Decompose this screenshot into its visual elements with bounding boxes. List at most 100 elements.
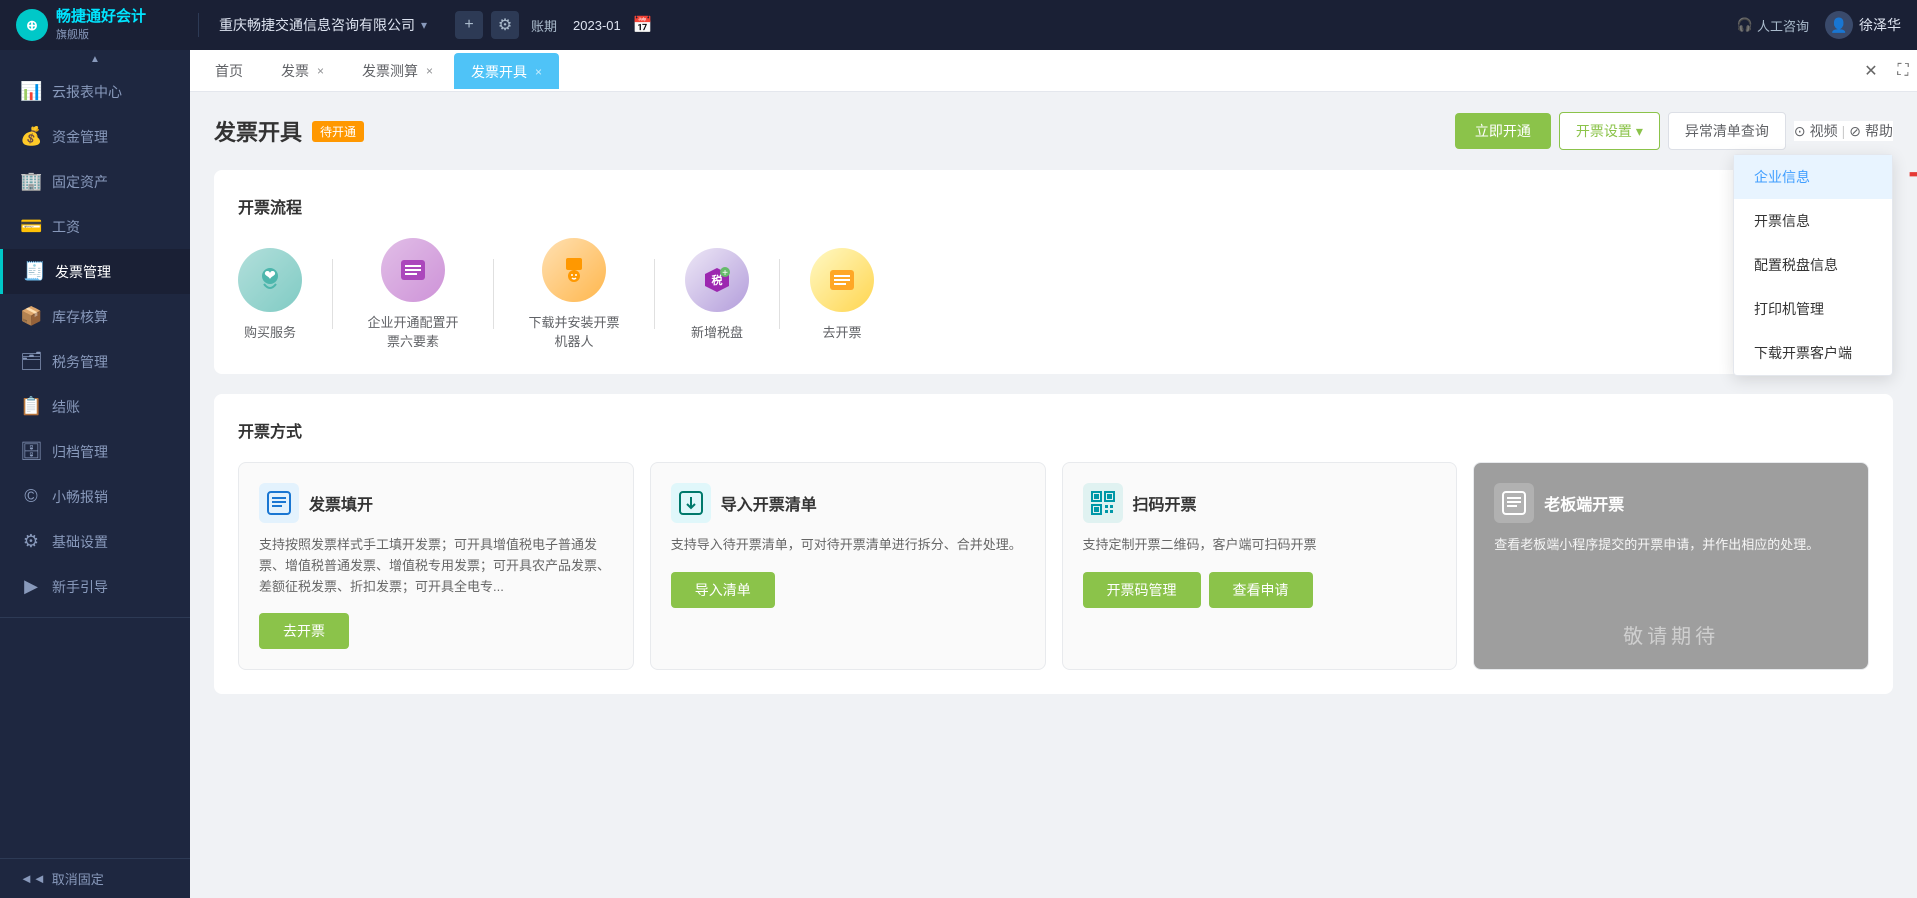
invoice-icon: 🧾 (23, 261, 45, 282)
activate-button[interactable]: 立即开通 (1455, 113, 1551, 149)
scroll-up-button[interactable]: ▲ (90, 54, 100, 65)
sidebar-label-gongzi: 工资 (52, 217, 80, 237)
period-value: 2023-01 (573, 18, 621, 33)
money-icon: 💰 (20, 126, 42, 147)
flow-step-3: 下载并安装开票机器人 (524, 238, 624, 350)
tab-fapiao-cesuan[interactable]: 发票测算 × (345, 53, 450, 89)
step-4-label: 新增税盘 (691, 322, 743, 341)
chevron-down-settings-icon: ▾ (1636, 123, 1643, 140)
step-divider-3 (654, 259, 655, 329)
step-3-icon (542, 238, 606, 302)
sidebar-item-xiaochang[interactable]: © 小畅报销 (0, 474, 190, 519)
tab-fapiao-close[interactable]: × (317, 64, 324, 78)
add-button[interactable]: + (455, 11, 483, 39)
flow-title: 开票流程 (238, 194, 1869, 218)
video-label[interactable]: 视频 (1810, 121, 1838, 141)
page-header: 发票开具 待开通 立即开通 开票设置 ▾ 异常清单查询 ⊙ 视频 (214, 112, 1893, 150)
step-divider-2 (493, 259, 494, 329)
tab-fapiao-label: 发票 (281, 61, 309, 81)
scan-code-manage-button[interactable]: 开票码管理 (1083, 572, 1201, 608)
dropdown-label-tax-disk: 配置税盘信息 (1754, 257, 1838, 273)
dropdown-label-download-client: 下载开票客户端 (1754, 345, 1852, 361)
dropdown-item-tax-disk[interactable]: 配置税盘信息 (1734, 243, 1892, 287)
method-card-import: 导入开票清单 支持导入待开票清单，可对待开票清单进行拆分、合并处理。 导入清单 (650, 462, 1046, 670)
scan-view-apply-button[interactable]: 查看申请 (1209, 572, 1313, 608)
sidebar-label-jichushezhi: 基础设置 (52, 532, 108, 552)
sidebar-item-guidang[interactable]: 🗄 归档管理 (0, 429, 190, 474)
support-label: 人工咨询 (1757, 16, 1809, 35)
sidebar-item-fapiao[interactable]: 🧾 发票管理 (0, 249, 190, 294)
svg-text:+: + (722, 268, 728, 279)
dropdown-label-printer: 打印机管理 (1754, 301, 1824, 317)
maximize-window-button[interactable]: ⛶ (1889, 57, 1917, 85)
window-controls: ✕ ⛶ (1857, 57, 1917, 85)
tab-fapiao[interactable]: 发票 × (264, 53, 341, 89)
tab-fapiao-cesuan-close[interactable]: × (426, 64, 433, 78)
sidebar: ▲ 📊 云报表中心 💰 资金管理 🏢 固定资产 💳 工资 🧾 发票管理 (0, 50, 190, 898)
method-title-import: 导入开票清单 (721, 491, 817, 515)
methods-section: 开票方式 发票填开 支持按照发票样式手工填开发票；可开具增值税电子普通发票、增值… (214, 394, 1893, 694)
sidebar-label-jiezhang: 结账 (52, 397, 80, 417)
page-title-area: 发票开具 待开通 (214, 115, 364, 147)
top-right: 🎧 人工咨询 👤 徐泽华 (1737, 11, 1901, 39)
headset-icon: 🎧 (1737, 17, 1753, 33)
sidebar-item-yunbao[interactable]: 📊 云报表中心 (0, 69, 190, 114)
step-1-icon: ❤ (238, 248, 302, 312)
sidebar-label-yunbao: 云报表中心 (52, 82, 122, 102)
method-title-scan: 扫码开票 (1133, 491, 1197, 515)
tab-home[interactable]: 首页 (198, 53, 260, 89)
red-arrow: ➔ (1909, 157, 1917, 190)
top-actions: + ⚙ (455, 11, 519, 39)
sidebar-item-shuiwu[interactable]: 🗂 税务管理 (0, 339, 190, 384)
tab-fapiao-kaiju[interactable]: 发票开具 × (454, 53, 559, 89)
step-5-label: 去开票 (822, 322, 861, 341)
app-name: 畅捷通好会计 (56, 8, 146, 26)
sidebar-collapse-button[interactable]: ◄◄ 取消固定 (0, 858, 190, 898)
sidebar-label-shuiwu: 税务管理 (52, 352, 108, 372)
method-desc-boss: 查看老板端小程序提交的开票申请，并作出相应的处理。 (1494, 535, 1848, 556)
user-area[interactable]: 👤 徐泽华 (1825, 11, 1901, 39)
close-account-icon: 📋 (20, 396, 42, 417)
dropdown-item-printer[interactable]: 打印机管理 (1734, 287, 1892, 331)
dropdown-label-invoice-info: 开票信息 (1754, 213, 1810, 229)
logo-icon: ⊕ (16, 9, 48, 41)
sidebar-item-jiezhang[interactable]: 📋 结账 (0, 384, 190, 429)
settings-icon[interactable]: ⚙ (491, 11, 519, 39)
help-label[interactable]: 帮助 (1865, 121, 1893, 141)
sidebar-item-gongzi[interactable]: 💳 工资 (0, 204, 190, 249)
sidebar-item-xinshouyindao[interactable]: ▶ 新手引导 (0, 564, 190, 609)
tab-fapiao-kaiju-close[interactable]: × (535, 65, 542, 79)
sidebar-item-jichushezhi[interactable]: ⚙ 基础设置 (0, 519, 190, 564)
top-divider (198, 13, 199, 37)
expense-icon: © (20, 486, 42, 507)
flow-steps: ❤ 购买服务 企业开通配置开票六要素 (238, 238, 1869, 350)
calendar-icon[interactable]: 📅 (633, 15, 653, 35)
method-title-fill: 发票填开 (309, 491, 373, 515)
dropdown-item-invoice-info[interactable]: 开票信息 (1734, 199, 1892, 243)
close-window-button[interactable]: ✕ (1857, 57, 1885, 85)
sidebar-item-zijin[interactable]: 💰 资金管理 (0, 114, 190, 159)
exception-button[interactable]: 异常清单查询 (1668, 112, 1786, 150)
sidebar-item-kucun[interactable]: 📦 库存核算 (0, 294, 190, 339)
import-invoice-button[interactable]: 导入清单 (671, 572, 775, 608)
logo-area: ⊕ 畅捷通好会计 旗舰版 (16, 8, 186, 42)
pin-icon: ◄◄ (20, 871, 46, 886)
support-button[interactable]: 🎧 人工咨询 (1737, 16, 1809, 35)
dropdown-item-company[interactable]: 企业信息 (1734, 155, 1892, 199)
scan-invoice-icon (1083, 483, 1123, 523)
building-icon: 🏢 (20, 171, 42, 192)
company-selector[interactable]: 重庆畅捷交通信息咨询有限公司 ▾ (211, 11, 435, 39)
sidebar-item-gudingzichan[interactable]: 🏢 固定资产 (0, 159, 190, 204)
methods-title: 开票方式 (238, 418, 1869, 442)
sidebar-label-zijin: 资金管理 (52, 127, 108, 147)
method-card-fill: 发票填开 支持按照发票样式手工填开发票；可开具增值税电子普通发票、增值税普通发票… (238, 462, 634, 670)
method-desc-scan: 支持定制开票二维码，客户端可扫码开票 (1083, 535, 1437, 556)
step-divider-4 (779, 259, 780, 329)
tab-fapiao-cesuan-label: 发票测算 (362, 61, 418, 81)
settings-button[interactable]: 开票设置 ▾ (1559, 112, 1660, 150)
fill-invoice-button[interactable]: 去开票 (259, 613, 349, 649)
play-icon[interactable]: ⊙ (1794, 123, 1806, 140)
scan-buttons: 开票码管理 查看申请 (1083, 572, 1437, 608)
dropdown-item-download-client[interactable]: 下载开票客户端 (1734, 331, 1892, 375)
app-edition: 旗舰版 (56, 26, 146, 42)
